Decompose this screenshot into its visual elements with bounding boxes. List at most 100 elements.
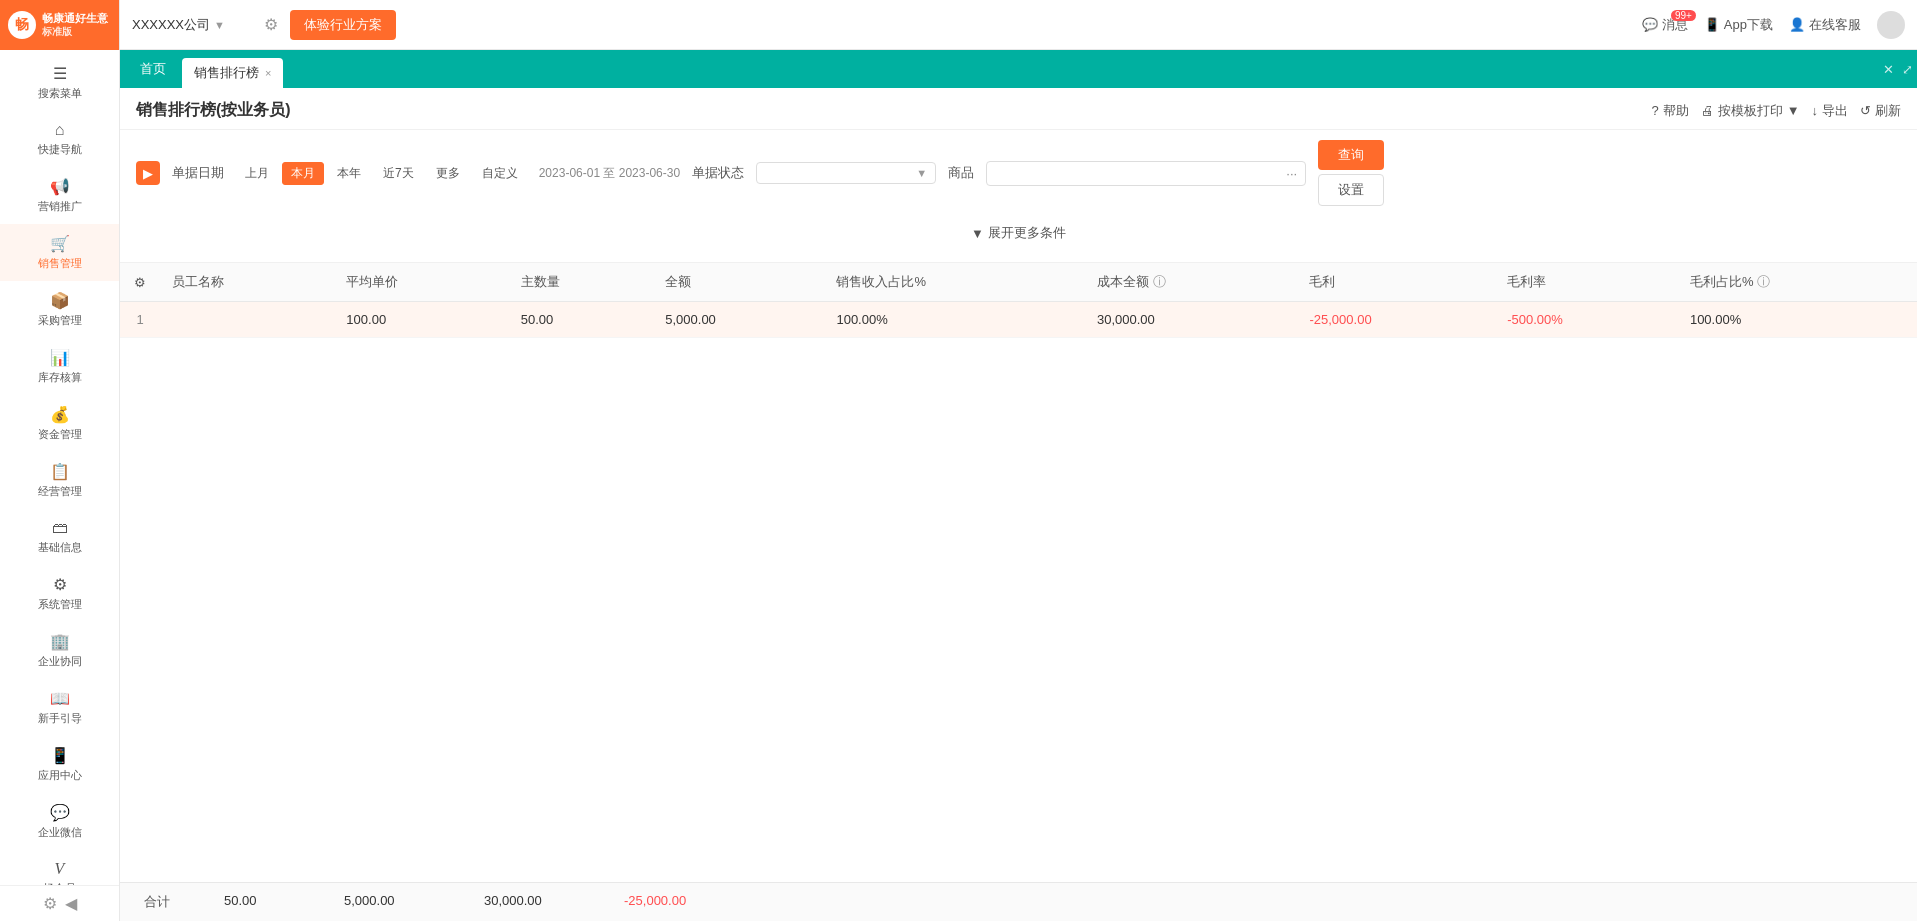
table-row: 1 100.00 50.00 5,000.00 100.00% 30,000.0…	[120, 302, 1917, 338]
logo-sub: 标准版	[42, 25, 108, 39]
tab-maximize-btn[interactable]: ⤢	[1902, 62, 1913, 77]
goods-more-btn[interactable]: ···	[1286, 166, 1297, 181]
company-name: XXXXXX公司	[132, 16, 210, 34]
sidebar-logo: 畅 畅康通好生意 标准版	[0, 0, 119, 50]
sidebar-item-sales-label: 销售管理	[38, 256, 82, 271]
topbar-gear-icon[interactable]: ⚙	[260, 11, 282, 38]
logo-app-name: 畅康通好生意	[42, 11, 108, 25]
shortcut-custom[interactable]: 自定义	[473, 162, 527, 185]
user-avatar[interactable]	[1877, 11, 1905, 39]
profit-ratio-info-icon: ⓘ	[1757, 274, 1770, 289]
sidebar-item-system-label: 系统管理	[38, 597, 82, 612]
tab-close-icon[interactable]: ×	[265, 67, 271, 79]
settings-btn[interactable]: 设置	[1318, 174, 1384, 206]
query-btn[interactable]: 查询	[1318, 140, 1384, 170]
expand-more-btn[interactable]: ▼ 展开更多条件	[971, 220, 1066, 246]
shortcut-last-month[interactable]: 上月	[236, 162, 278, 185]
help-btn[interactable]: ? 帮助	[1651, 102, 1688, 120]
wechat-icon: 💬	[50, 803, 70, 822]
operation-icon: 📋	[50, 462, 70, 481]
export-btn[interactable]: ↓ 导出	[1812, 102, 1849, 120]
sidebar-item-finance-label: 资金管理	[38, 427, 82, 442]
expand-more-row: ▼ 展开更多条件	[136, 214, 1901, 252]
sidebar-item-purchase[interactable]: 📦 采购管理	[0, 281, 119, 338]
shortcut-7days[interactable]: 近7天	[374, 162, 423, 185]
sidebar-item-wechat[interactable]: 💬 企业微信	[0, 793, 119, 850]
print-label: 按模板打印	[1718, 102, 1783, 120]
col-sales-ratio: 销售收入占比%	[824, 263, 1085, 302]
sidebar-item-inventory-label: 库存核算	[38, 370, 82, 385]
system-icon: ⚙	[53, 575, 67, 594]
member-icon: V	[55, 860, 65, 878]
expand-more-label: 展开更多条件	[988, 224, 1066, 242]
sidebar-item-search[interactable]: ☰ 搜索菜单	[0, 54, 119, 111]
finance-icon: 💰	[50, 405, 70, 424]
col-profit: 毛利	[1297, 263, 1495, 302]
sidebar-menu: ☰ 搜索菜单 ⌂ 快捷导航 📢 营销推广 🛒 销售管理 📦 采购管理 📊 库存核…	[0, 50, 119, 885]
message-btn[interactable]: 💬 消息 99+	[1642, 16, 1688, 34]
message-badge: 99+	[1671, 10, 1696, 21]
sidebar-item-guide[interactable]: 📖 新手引导	[0, 679, 119, 736]
tab-sales-ranking[interactable]: 销售排行榜 ×	[182, 58, 283, 88]
sidebar-item-basic-info[interactable]: 🗃 基础信息	[0, 509, 119, 565]
col-cost: 成本全额 ⓘ	[1085, 263, 1298, 302]
appstore-icon: 📱	[50, 746, 70, 765]
table-header-row: ⚙ 员工名称 平均单价 主数量 全额 销售收入占比% 成本全额 ⓘ 毛利 毛利率	[120, 263, 1917, 302]
tab-home[interactable]: 首页	[124, 50, 182, 88]
sidebar-item-inventory[interactable]: 📊 库存核算	[0, 338, 119, 395]
print-btn[interactable]: 🖨 按模板打印 ▼	[1701, 102, 1800, 120]
sidebar-item-appstore-label: 应用中心	[38, 768, 82, 783]
guide-icon: 📖	[50, 689, 70, 708]
sidebar-collapse-icon[interactable]: ◀	[65, 894, 77, 913]
shortcut-this-year[interactable]: 本年	[328, 162, 370, 185]
date-shortcuts: 上月 本月 本年 近7天 更多 自定义	[236, 162, 527, 185]
sidebar-item-marketing[interactable]: 📢 营销推广	[0, 167, 119, 224]
goods-input[interactable]: ···	[986, 161, 1306, 186]
sidebar-item-nav[interactable]: ⌂ 快捷导航	[0, 111, 119, 167]
sidebar-settings-icon[interactable]: ⚙	[43, 894, 57, 913]
sidebar-item-system[interactable]: ⚙ 系统管理	[0, 565, 119, 622]
col-avg-price: 平均单价	[334, 263, 508, 302]
help-icon: ?	[1651, 103, 1658, 118]
sidebar-item-member[interactable]: V 畅会员	[0, 850, 119, 885]
refresh-btn[interactable]: ↺ 刷新	[1860, 102, 1901, 120]
page-content: 销售排行榜(按业务员) ? 帮助 🖨 按模板打印 ▼ ↓ 导出 ↺ 刷新	[120, 88, 1917, 921]
status-select[interactable]: ▼	[756, 162, 936, 184]
shortcut-this-month[interactable]: 本月	[282, 162, 324, 185]
filter-row-1: ▶ 单据日期 上月 本月 本年 近7天 更多 自定义 2023-06-01 至 …	[136, 140, 1901, 206]
table-footer: 合计 50.00 5,000.00 30,000.00 -25,000.00	[120, 882, 1917, 921]
footer-amount: 5,000.00	[332, 893, 472, 911]
cell-rank: 1	[120, 302, 160, 338]
sidebar-item-wechat-label: 企业微信	[38, 825, 82, 840]
message-icon: 💬	[1642, 17, 1658, 32]
sidebar: 畅 畅康通好生意 标准版 ☰ 搜索菜单 ⌂ 快捷导航 📢 营销推广 🛒 销售管理…	[0, 0, 120, 921]
basic-info-icon: 🗃	[52, 519, 68, 537]
tabbar: 首页 销售排行榜 × ✕ ⤢	[120, 50, 1917, 88]
online-service-btn[interactable]: 👤 在线客服	[1789, 16, 1861, 34]
sidebar-item-enterprise[interactable]: 🏢 企业协同	[0, 622, 119, 679]
topbar: XXXXXX公司 ▼ ⚙ 体验行业方案 💬 消息 99+ 📱 App下载 👤 在…	[120, 0, 1917, 50]
tab-close-btn[interactable]: ✕	[1883, 62, 1894, 77]
tabbar-controls: ✕ ⤢	[1883, 62, 1913, 77]
footer-label: 合计	[132, 893, 212, 911]
filter-toggle-btn[interactable]: ▶	[136, 161, 160, 185]
col-amount: 全额	[653, 263, 824, 302]
col-employee: 员工名称	[160, 263, 334, 302]
sidebar-item-operation-label: 经营管理	[38, 484, 82, 499]
trial-btn[interactable]: 体验行业方案	[290, 10, 396, 40]
sidebar-item-sales[interactable]: 🛒 销售管理	[0, 224, 119, 281]
sidebar-item-operation[interactable]: 📋 经营管理	[0, 452, 119, 509]
online-service-label: 在线客服	[1809, 16, 1861, 34]
sidebar-item-finance[interactable]: 💰 资金管理	[0, 395, 119, 452]
purchase-icon: 📦	[50, 291, 70, 310]
company-selector[interactable]: XXXXXX公司 ▼	[132, 16, 252, 34]
app-download-btn[interactable]: 📱 App下载	[1704, 16, 1773, 34]
sidebar-item-appstore[interactable]: 📱 应用中心	[0, 736, 119, 793]
col-qty: 主数量	[509, 263, 654, 302]
online-service-icon: 👤	[1789, 17, 1805, 32]
cell-profit-ratio: 100.00%	[1678, 302, 1917, 338]
col-settings[interactable]: ⚙	[120, 263, 160, 302]
date-range-display[interactable]: 2023-06-01 至 2023-06-30	[539, 165, 680, 182]
tab-label: 销售排行榜	[194, 64, 259, 82]
shortcut-more[interactable]: 更多	[427, 162, 469, 185]
